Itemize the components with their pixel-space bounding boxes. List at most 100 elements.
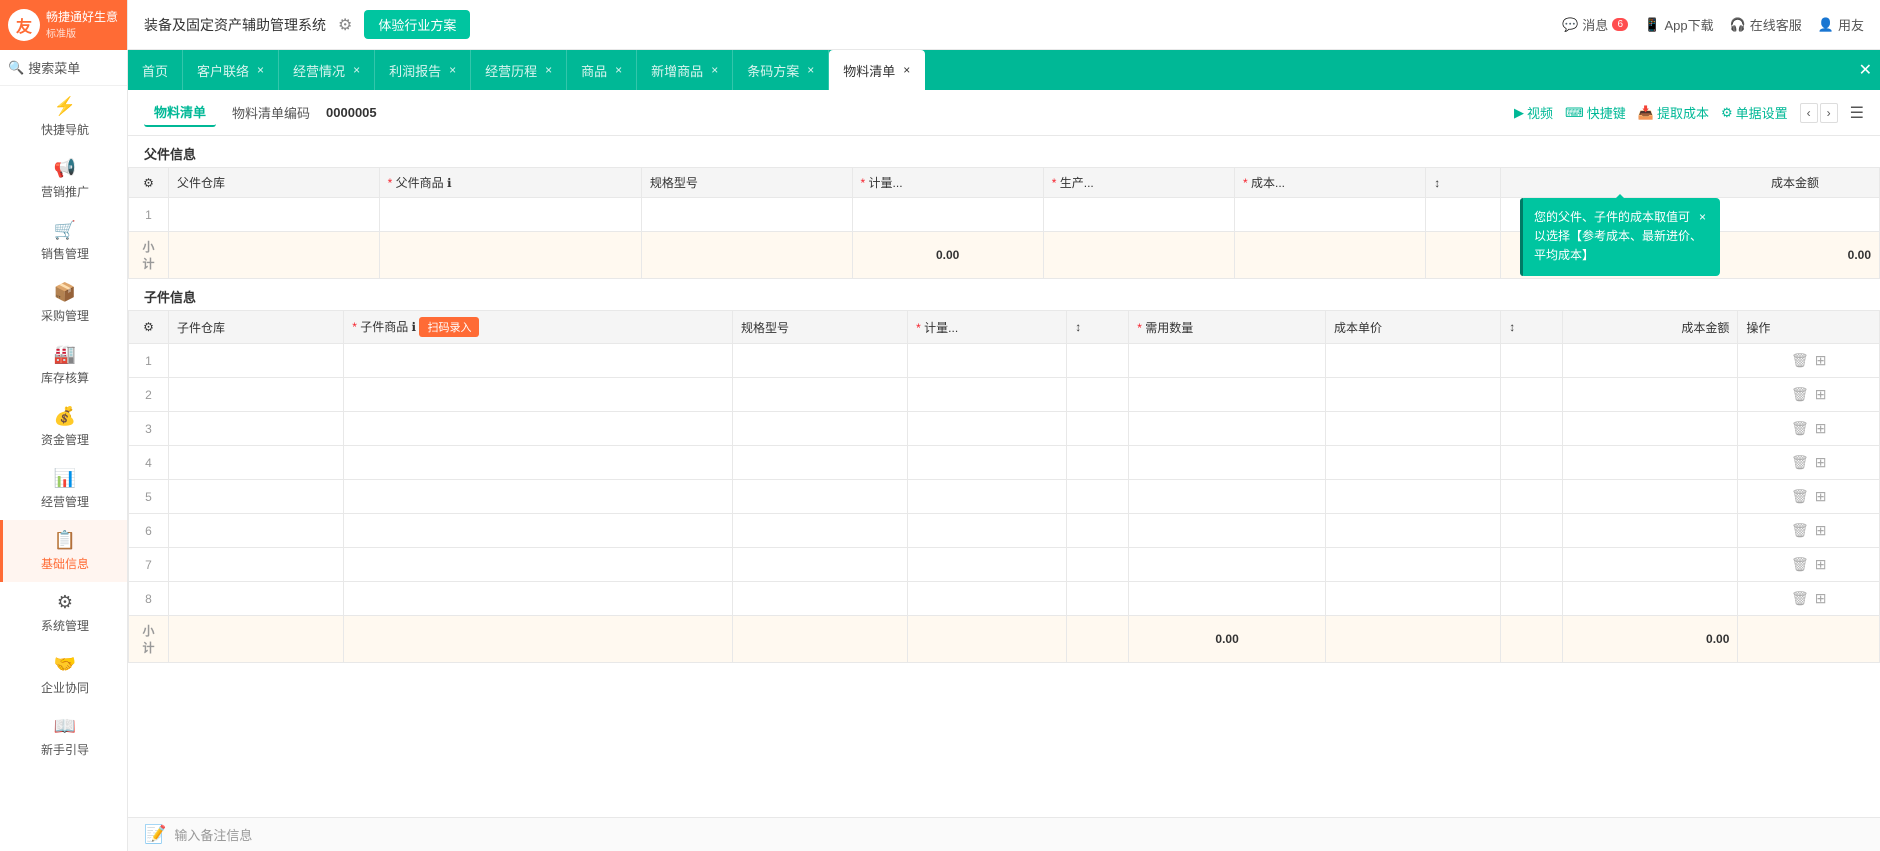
child-spec-4[interactable] xyxy=(732,480,907,514)
sidebar-item-system[interactable]: ⚙ 系统管理 xyxy=(0,582,127,644)
child-warehouse-7[interactable] xyxy=(169,582,344,616)
sidebar-item-basic-info[interactable]: 📋 基础信息 xyxy=(0,520,127,582)
sidebar-item-purchase[interactable]: 📦 采购管理 xyxy=(0,272,127,334)
tab-customer[interactable]: 客户联络 × xyxy=(183,50,279,90)
tab-operations-status-close[interactable]: × xyxy=(353,63,360,77)
nav-next[interactable]: › xyxy=(1820,103,1838,123)
view-btn[interactable]: ▶ 视频 xyxy=(1514,103,1553,122)
child-warehouse-6[interactable] xyxy=(169,548,344,582)
tab-history[interactable]: 经营历程 × xyxy=(471,50,567,90)
settings-icon[interactable]: ⚙ xyxy=(338,15,352,35)
child-qty-5[interactable] xyxy=(1129,514,1326,548)
child-goods-5[interactable] xyxy=(344,514,733,548)
tab-operations-status[interactable]: 经营情况 × xyxy=(279,50,375,90)
menu-icon[interactable]: ☰ xyxy=(1850,103,1864,123)
copy-icon-3[interactable]: ⊞ xyxy=(1815,454,1827,471)
copy-icon-0[interactable]: ⊞ xyxy=(1815,352,1827,369)
tab-barcode[interactable]: 条码方案 × xyxy=(733,50,829,90)
tab-new-goods[interactable]: 新增商品 × xyxy=(637,50,733,90)
child-goods-7[interactable] xyxy=(344,582,733,616)
tab-new-goods-close[interactable]: × xyxy=(711,63,718,77)
sidebar-item-guide[interactable]: 📖 新手引导 xyxy=(0,706,127,768)
child-warehouse-0[interactable] xyxy=(169,344,344,378)
delete-icon-2[interactable]: 🗑 xyxy=(1791,420,1809,437)
child-unitcost-0[interactable] xyxy=(1325,344,1500,378)
copy-icon-2[interactable]: ⊞ xyxy=(1815,420,1827,437)
copy-icon-1[interactable]: ⊞ xyxy=(1815,386,1827,403)
child-col-expand2[interactable]: ↕ xyxy=(1501,311,1563,344)
extract-cost-btn[interactable]: 📥 提取成本 xyxy=(1638,103,1709,122)
child-qty-3[interactable] xyxy=(1129,446,1326,480)
search-menu-item[interactable]: 🔍 搜索菜单 xyxy=(0,50,127,86)
tab-history-close[interactable]: × xyxy=(545,63,552,77)
child-goods-1[interactable] xyxy=(344,378,733,412)
child-unitcost-5[interactable] xyxy=(1325,514,1500,548)
tooltip-close-btn[interactable]: × xyxy=(1699,208,1706,227)
child-spec-7[interactable] xyxy=(732,582,907,616)
sidebar-item-quick-nav[interactable]: ⚡ 快捷导航 xyxy=(0,86,127,148)
tab-goods-close[interactable]: × xyxy=(615,63,622,77)
child-warehouse-1[interactable] xyxy=(169,378,344,412)
app-download-item[interactable]: 📱 App下载 xyxy=(1644,15,1713,34)
child-unit-3[interactable] xyxy=(908,446,1067,480)
child-unit-4[interactable] xyxy=(908,480,1067,514)
tab-barcode-close[interactable]: × xyxy=(807,63,814,77)
child-goods-6[interactable] xyxy=(344,548,733,582)
copy-icon-7[interactable]: ⊞ xyxy=(1815,590,1827,607)
child-unitcost-1[interactable] xyxy=(1325,378,1500,412)
child-qty-6[interactable] xyxy=(1129,548,1326,582)
sidebar-item-finance[interactable]: 💰 资金管理 xyxy=(0,396,127,458)
child-warehouse-3[interactable] xyxy=(169,446,344,480)
child-unitcost-3[interactable] xyxy=(1325,446,1500,480)
delete-icon-6[interactable]: 🗑 xyxy=(1791,556,1809,573)
delete-icon-7[interactable]: 🗑 xyxy=(1791,590,1809,607)
child-goods-4[interactable] xyxy=(344,480,733,514)
child-qty-4[interactable] xyxy=(1129,480,1326,514)
child-unit-7[interactable] xyxy=(908,582,1067,616)
child-unit-0[interactable] xyxy=(908,344,1067,378)
delete-icon-0[interactable]: 🗑 xyxy=(1791,352,1809,369)
online-service-item[interactable]: 🎧 在线客服 xyxy=(1730,15,1802,34)
sidebar-item-operations[interactable]: 📊 经营管理 xyxy=(0,458,127,520)
child-spec-0[interactable] xyxy=(732,344,907,378)
child-spec-5[interactable] xyxy=(732,514,907,548)
child-unitcost-7[interactable] xyxy=(1325,582,1500,616)
child-unitcost-4[interactable] xyxy=(1325,480,1500,514)
child-qty-7[interactable] xyxy=(1129,582,1326,616)
scan-btn[interactable]: 扫码录入 xyxy=(419,317,479,337)
sidebar-item-inventory[interactable]: 🏭 库存核算 xyxy=(0,334,127,396)
tab-goods[interactable]: 商品 × xyxy=(567,50,637,90)
tab-close-all[interactable]: ✕ xyxy=(1859,60,1872,80)
delete-icon-3[interactable]: 🗑 xyxy=(1791,454,1809,471)
copy-icon-5[interactable]: ⊞ xyxy=(1815,522,1827,539)
parent-col-expand[interactable]: ↕ xyxy=(1426,168,1501,198)
nav-prev[interactable]: ‹ xyxy=(1800,103,1818,123)
child-unit-2[interactable] xyxy=(908,412,1067,446)
parent-spec-cell[interactable] xyxy=(641,198,852,232)
child-spec-1[interactable] xyxy=(732,378,907,412)
child-qty-2[interactable] xyxy=(1129,412,1326,446)
child-qty-1[interactable] xyxy=(1129,378,1326,412)
message-item[interactable]: 💬 消息 6 xyxy=(1562,15,1628,34)
child-goods-2[interactable] xyxy=(344,412,733,446)
child-warehouse-2[interactable] xyxy=(169,412,344,446)
parent-unit-cell[interactable] xyxy=(852,198,1043,232)
parent-goods-cell[interactable] xyxy=(379,198,641,232)
bottom-text[interactable]: 输入备注信息 xyxy=(174,825,252,844)
tab-home[interactable]: 首页 xyxy=(128,50,183,90)
tab-profit[interactable]: 利润报告 × xyxy=(375,50,471,90)
tab-bom[interactable]: 物料清单 × xyxy=(829,50,925,90)
parent-cost-cell[interactable] xyxy=(1234,198,1425,232)
child-col-expand[interactable]: ↕ xyxy=(1067,311,1129,344)
child-warehouse-4[interactable] xyxy=(169,480,344,514)
parent-produce-cell[interactable] xyxy=(1043,198,1234,232)
experience-btn[interactable]: 体验行业方案 xyxy=(364,10,470,39)
tab-bom-close[interactable]: × xyxy=(903,63,910,77)
user-item[interactable]: 👤 用友 xyxy=(1818,15,1864,34)
sidebar-item-marketing[interactable]: 📢 营销推广 xyxy=(0,148,127,210)
sub-tab-bom-list[interactable]: 物料清单 xyxy=(144,98,216,127)
single-settings-btn[interactable]: ⚙ 单据设置 xyxy=(1721,103,1788,122)
child-goods-3[interactable] xyxy=(344,446,733,480)
delete-icon-4[interactable]: 🗑 xyxy=(1791,488,1809,505)
delete-icon-1[interactable]: 🗑 xyxy=(1791,386,1809,403)
